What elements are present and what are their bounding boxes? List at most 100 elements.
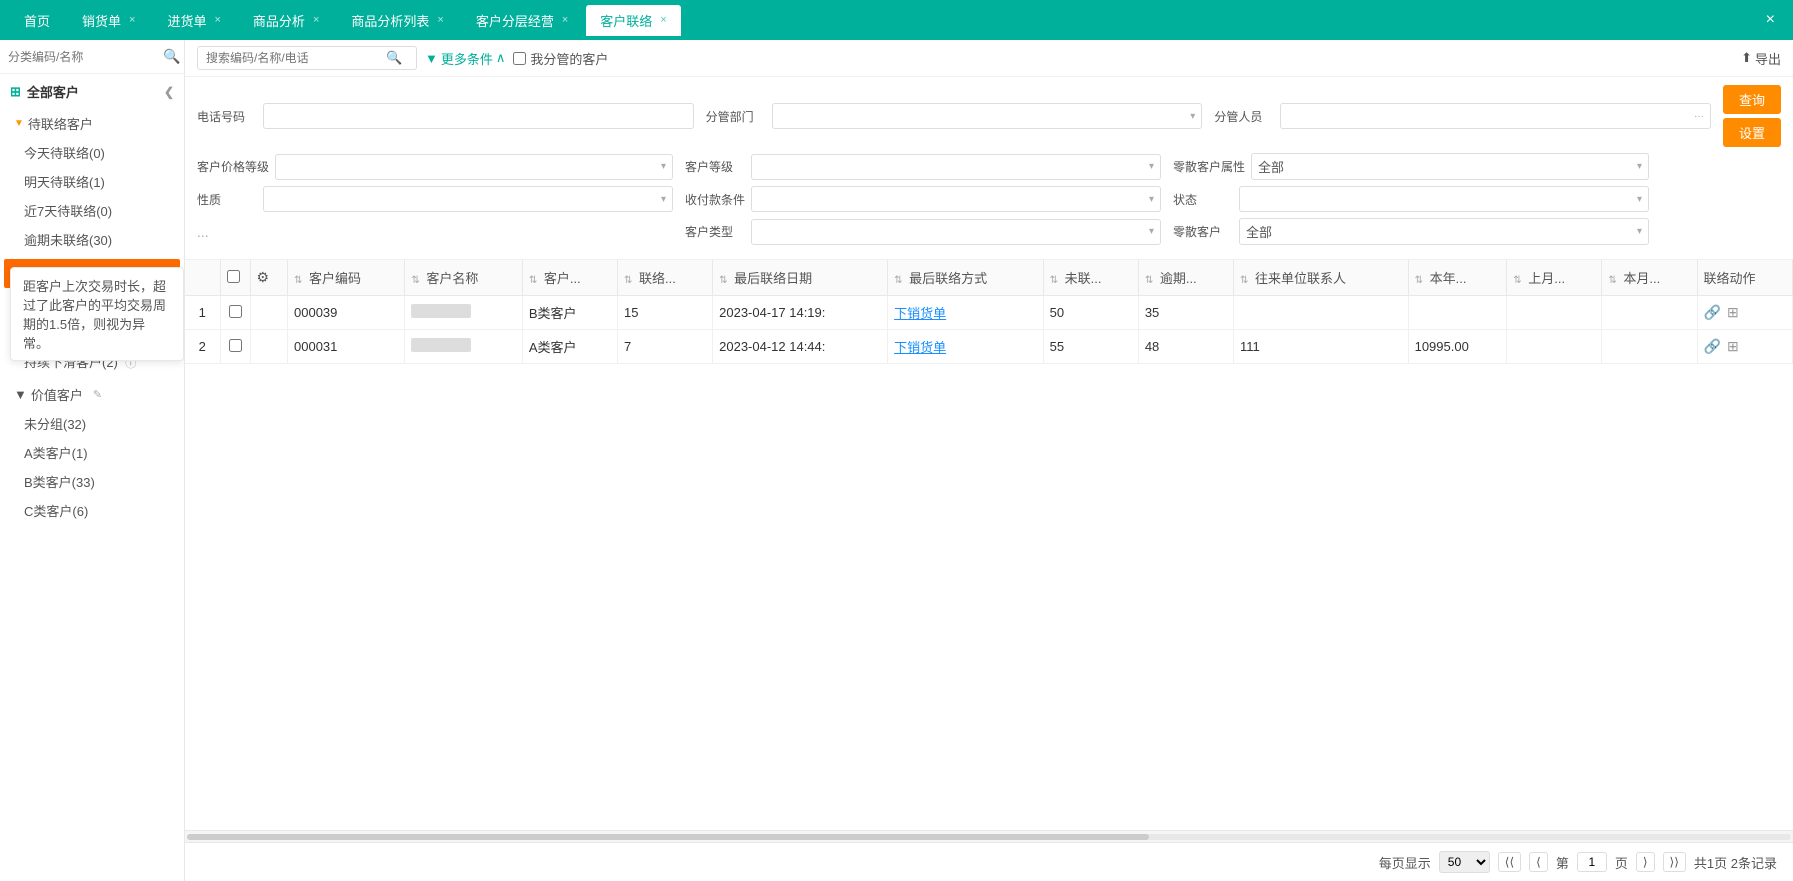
row2-method-link[interactable]: 下销货单 bbox=[894, 340, 946, 355]
settings-button[interactable]: 设置 bbox=[1723, 118, 1781, 147]
branch-person-select[interactable]: ··· bbox=[1280, 103, 1711, 129]
filter-search-input[interactable] bbox=[206, 51, 386, 65]
branch-dept-label: 分管部门 bbox=[706, 108, 766, 125]
row1-checkbox[interactable] bbox=[229, 305, 242, 318]
row2-grid-icon[interactable]: ⊞ bbox=[1727, 338, 1739, 355]
row2-link-icon[interactable]: 🔗 bbox=[1704, 338, 1721, 355]
sidebar-item-overdue-uncontacted[interactable]: 逾期未联络(30) bbox=[0, 225, 184, 254]
sidebar-value-customer-group[interactable]: ▼ 价值客户 ✎ bbox=[0, 380, 184, 409]
row2-checkbox[interactable] bbox=[229, 339, 242, 352]
sort-icon-date[interactable]: ⇅ bbox=[719, 275, 727, 286]
price-level-select[interactable]: ▾ bbox=[275, 154, 673, 180]
nav-product-analysis-list[interactable]: 商品分析列表 × bbox=[337, 5, 457, 36]
sort-icon-this-month[interactable]: ⇅ bbox=[1608, 275, 1616, 286]
sort-icon-contact[interactable]: ⇅ bbox=[624, 275, 632, 286]
status-label: 状态 bbox=[1173, 191, 1233, 208]
scrollbar-track[interactable] bbox=[187, 834, 1791, 840]
customer-type-select[interactable]: ▾ bbox=[751, 219, 1161, 245]
customer-type-label: 客户类型 bbox=[685, 223, 745, 240]
nav-customer-contact[interactable]: 客户联络 × bbox=[586, 5, 680, 36]
row1-grid-icon[interactable]: ⊞ bbox=[1727, 304, 1739, 321]
sort-icon-historical[interactable]: ⇅ bbox=[1240, 275, 1248, 286]
nav-purchase-order[interactable]: 进货单 × bbox=[153, 5, 234, 36]
sort-icon-unread[interactable]: ⇅ bbox=[1050, 275, 1058, 286]
row1-check[interactable] bbox=[220, 296, 250, 330]
horizontal-scrollbar[interactable] bbox=[185, 830, 1793, 842]
sidebar-item-today-pending[interactable]: 今天待联络(0) bbox=[0, 138, 184, 167]
sort-icon-name[interactable]: ⇅ bbox=[411, 275, 419, 286]
ellipsis-more[interactable]: ... bbox=[197, 224, 209, 240]
sidebar-item-7days-pending[interactable]: 近7天待联络(0) bbox=[0, 196, 184, 225]
sort-icon-type[interactable]: ⇅ bbox=[529, 275, 537, 286]
phone-input[interactable] bbox=[263, 103, 694, 129]
more-conditions-btn[interactable]: ▼ 更多条件 ∧ bbox=[425, 49, 505, 68]
gender-select[interactable]: ▾ bbox=[263, 186, 673, 212]
sidebar-all-customers[interactable]: ⊞ 全部客户 ❮ bbox=[0, 74, 184, 109]
nav-home[interactable]: 首页 bbox=[10, 5, 64, 36]
export-btn[interactable]: ⬆ 导出 bbox=[1741, 49, 1781, 68]
scrollbar-thumb[interactable] bbox=[187, 834, 1149, 840]
filter-search-box[interactable]: 🔍 bbox=[197, 46, 417, 70]
nav-customer-tier[interactable]: 客户分层经营 × bbox=[462, 5, 582, 36]
row1-last-month bbox=[1507, 296, 1602, 330]
nav-product-analysis-close[interactable]: × bbox=[313, 14, 319, 26]
sidebar-collapse-icon[interactable]: ❮ bbox=[164, 85, 174, 99]
row2-name bbox=[405, 330, 522, 364]
th-action: 联络动作 bbox=[1697, 260, 1792, 296]
my-customers-checkbox[interactable] bbox=[513, 52, 526, 65]
page-label: 第 bbox=[1556, 853, 1569, 872]
triangle-icon-value: ▼ bbox=[14, 387, 27, 402]
sidebar-item-class-b[interactable]: B类客户(33) bbox=[0, 467, 184, 496]
branch-dept-select[interactable]: ▾ bbox=[772, 103, 1203, 129]
nav-product-analysis-list-close[interactable]: × bbox=[437, 14, 443, 26]
nav-product-analysis[interactable]: 商品分析 × bbox=[239, 5, 333, 36]
sidebar-group-pending-contact[interactable]: ▼ 待联络客户 bbox=[0, 109, 184, 138]
page-number-input[interactable] bbox=[1577, 852, 1607, 872]
export-icon: ⬆ bbox=[1741, 50, 1752, 66]
nav-purchase-order-close[interactable]: × bbox=[214, 14, 220, 26]
th-customer-type: ⇅ 客户... bbox=[522, 260, 617, 296]
sort-icon-this-year[interactable]: ⇅ bbox=[1415, 275, 1423, 286]
sidebar-item-unclassified[interactable]: 未分组(32) bbox=[0, 409, 184, 438]
nav-customer-contact-close[interactable]: × bbox=[660, 14, 666, 26]
select-all-checkbox[interactable] bbox=[227, 270, 240, 283]
filter-icon: ▼ bbox=[425, 51, 438, 66]
page-first-btn[interactable]: ⟨⟨ bbox=[1498, 852, 1521, 872]
sort-icon-code[interactable]: ⇅ bbox=[294, 275, 302, 286]
row1-unread: 50 bbox=[1043, 296, 1138, 330]
page-next-btn[interactable]: ⟩ bbox=[1636, 852, 1655, 872]
retail-customer-select[interactable]: 全部 ▾ bbox=[1239, 218, 1649, 245]
status-chevron: ▾ bbox=[1637, 194, 1642, 205]
retail-attr-select[interactable]: 全部 ▾ bbox=[1251, 153, 1649, 180]
adv-cell-status: 状态 ▾ bbox=[1173, 186, 1649, 212]
row1-link-icon[interactable]: 🔗 bbox=[1704, 304, 1721, 321]
adv-cell-price-level: 客户价格等级 ▾ bbox=[197, 154, 673, 180]
page-prev-btn[interactable]: ⟨ bbox=[1529, 852, 1548, 872]
window-close-btn[interactable]: × bbox=[1758, 7, 1783, 33]
query-button[interactable]: 查询 bbox=[1723, 85, 1781, 114]
payment-terms-select[interactable]: ▾ bbox=[751, 186, 1161, 212]
nav-sales-order-close[interactable]: × bbox=[129, 14, 135, 26]
nav-customer-tier-close[interactable]: × bbox=[562, 14, 568, 26]
price-level-chevron: ▾ bbox=[661, 161, 666, 172]
row1-method-link[interactable]: 下销货单 bbox=[894, 306, 946, 321]
sidebar-item-tomorrow-pending[interactable]: 明天待联络(1) bbox=[0, 167, 184, 196]
status-select[interactable]: ▾ bbox=[1239, 186, 1649, 212]
sort-icon-overdue[interactable]: ⇅ bbox=[1145, 275, 1153, 286]
gear-icon[interactable]: ⚙ bbox=[257, 269, 270, 285]
customer-level-select[interactable]: ▾ bbox=[751, 154, 1161, 180]
row2-name-blurred bbox=[411, 338, 471, 352]
sidebar-item-class-a[interactable]: A类客户(1) bbox=[0, 438, 184, 467]
price-level-label: 客户价格等级 bbox=[197, 158, 269, 175]
sidebar-item-class-c[interactable]: C类客户(6) bbox=[0, 496, 184, 525]
th-settings[interactable]: ⚙ bbox=[250, 260, 288, 296]
sidebar-search-input[interactable] bbox=[8, 50, 163, 64]
page-last-btn[interactable]: ⟩⟩ bbox=[1663, 852, 1686, 872]
row2-check[interactable] bbox=[220, 330, 250, 364]
row1-historical bbox=[1233, 296, 1408, 330]
edit-icon-value-group[interactable]: ✎ bbox=[93, 388, 102, 401]
page-size-select[interactable]: 50 100 200 bbox=[1439, 851, 1490, 873]
sort-icon-last-month[interactable]: ⇅ bbox=[1513, 275, 1521, 286]
nav-sales-order[interactable]: 销货单 × bbox=[68, 5, 149, 36]
sort-icon-method[interactable]: ⇅ bbox=[894, 275, 902, 286]
